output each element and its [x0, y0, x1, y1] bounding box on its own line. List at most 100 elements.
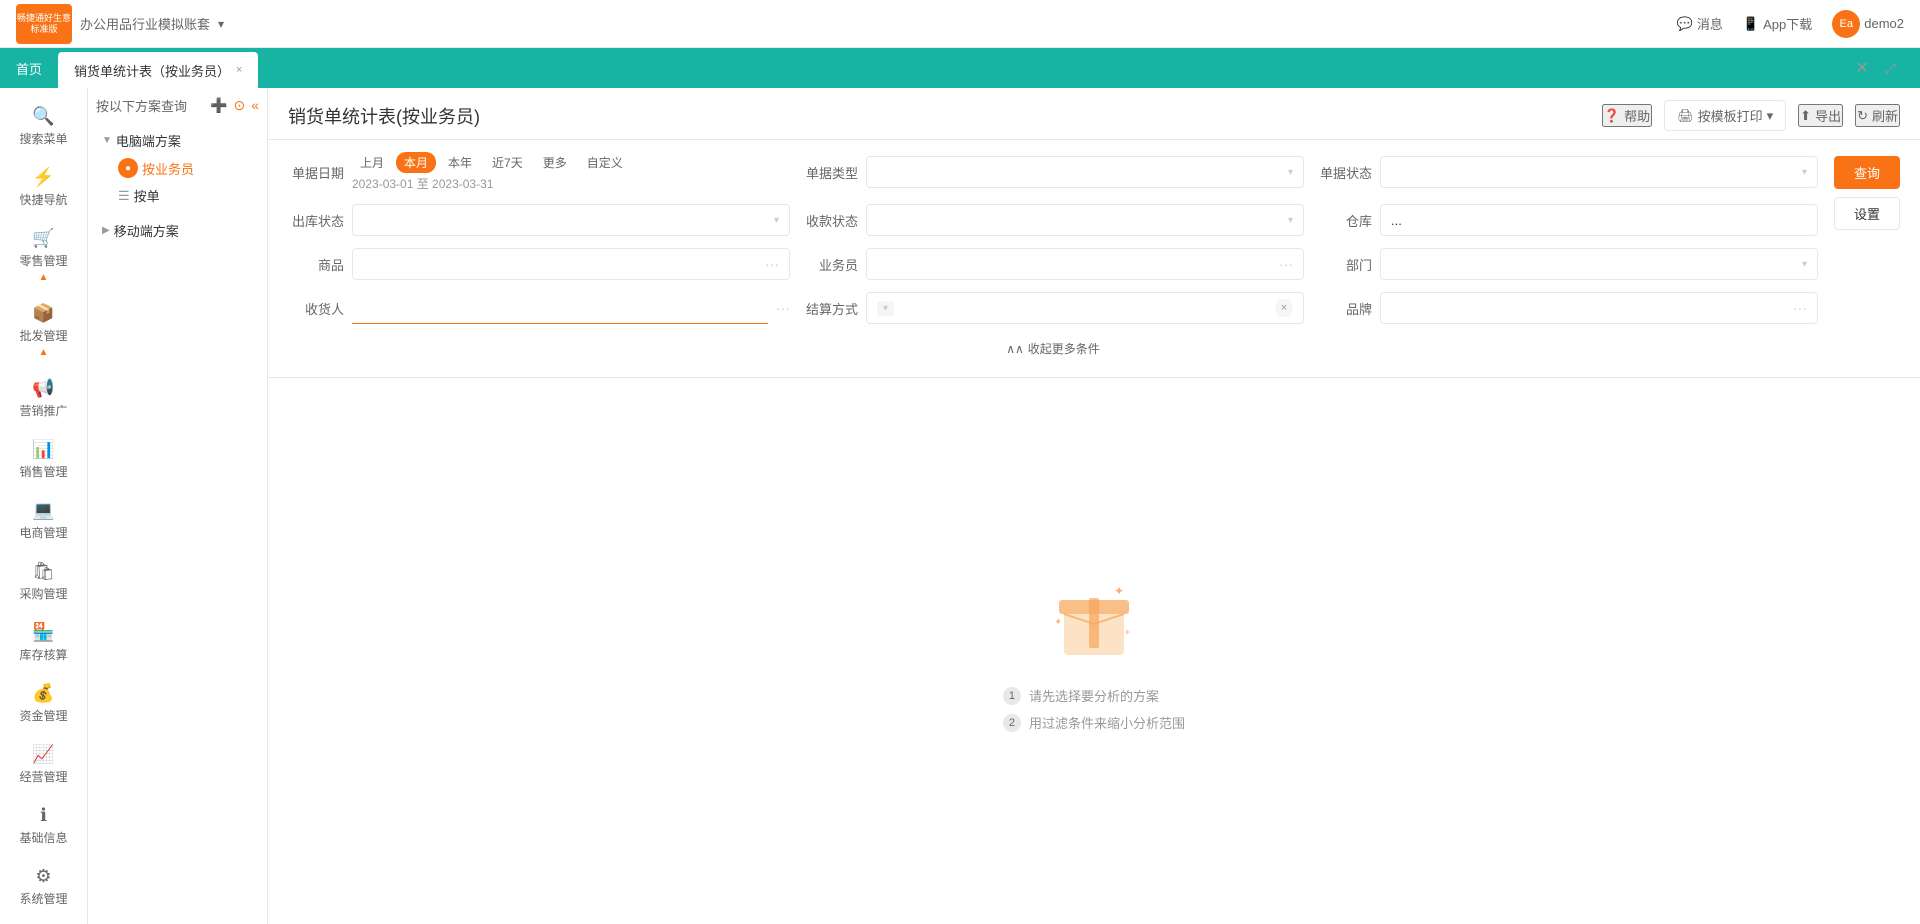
brand-dots[interactable]: ··· — [1793, 300, 1807, 316]
empty-content: ✦ ✦ ✦ 1 请先选择要分析的方案 2 用过滤条件来缩小分析范围 — [1003, 570, 1185, 732]
filter-cell-payment-status: 收款状态 ▾ — [802, 204, 1304, 236]
filter-row-1: 单据日期 上月 本月 本年 近7天 更多 自定义 — [288, 152, 1818, 192]
date-tab-prev-month[interactable]: 上月 — [352, 152, 392, 173]
search-menu-label: 搜索菜单 — [19, 130, 67, 147]
tree-desktop-label[interactable]: ▼ 电脑端方案 — [96, 127, 259, 154]
doc-status-select[interactable]: ▾ — [1380, 156, 1818, 188]
help-btn[interactable]: ❓ 帮助 — [1602, 104, 1652, 127]
sidebar-item-ecom-mgmt[interactable]: 💻 电商管理 — [0, 490, 87, 551]
date-tab-more[interactable]: 更多 — [535, 152, 575, 173]
tree-mobile-expand-icon: ▶ — [102, 225, 110, 236]
goods-select[interactable]: ··· — [352, 248, 790, 280]
sys-icon: ⚙ — [35, 866, 51, 887]
settings-scheme-btn[interactable]: ⊙ — [233, 97, 245, 114]
topbar-left: 畅捷通好生意 标准版 办公用品行业模拟账套 ▾ — [16, 4, 224, 44]
tree-sub-order[interactable]: ☰ 按单 — [112, 182, 259, 209]
filter-row-3: 商品 ··· 业务员 ··· — [288, 248, 1818, 280]
tree-sub-salesperson[interactable]: ● 按业务员 — [112, 154, 259, 182]
date-tab-7days[interactable]: 近7天 — [484, 152, 531, 173]
quick-nav-label: 快捷导航 — [19, 191, 67, 208]
sidebar-item-operations[interactable]: 📈 经营管理 — [0, 734, 87, 795]
collapse-panel-btn[interactable]: « — [251, 97, 259, 114]
sidebar-item-wholesale-mgmt[interactable]: 📦 批发管理 ▲ — [0, 293, 87, 368]
tree-desktop-children: ● 按业务员 ☰ 按单 — [96, 154, 259, 209]
sidebar-item-basic-info[interactable]: ℹ 基础信息 — [0, 795, 87, 856]
right-panel: 销货单统计表(按业务员) ❓ 帮助 🖨 按模板打印 ▾ ⬆ 导出 — [268, 88, 1920, 924]
message-btn[interactable]: 💬 消息 — [1677, 14, 1723, 33]
inventory-icon: 🏪 — [32, 622, 54, 643]
sidebar-item-sales-mgmt[interactable]: 📊 销售管理 — [0, 429, 87, 490]
payment-status-select[interactable]: ▾ — [866, 204, 1304, 236]
retail-label: 零售管理 — [19, 252, 67, 269]
tree-sub-order-label: 按单 — [134, 186, 160, 205]
settlement-clear-btn[interactable]: × — [1275, 299, 1293, 317]
logo: 畅捷通好生意 标准版 — [16, 4, 72, 44]
collapse-icon: ∧∧ — [1006, 342, 1024, 356]
sidebar-item-inventory[interactable]: 🏪 库存核算 — [0, 612, 87, 673]
date-tab-cur-year[interactable]: 本年 — [440, 152, 480, 173]
app-dropdown[interactable]: ▾ — [218, 17, 224, 31]
date-tab-cur-month[interactable]: 本月 — [396, 152, 436, 173]
wholesale-label: 批发管理 — [19, 327, 67, 344]
print-dropdown-icon: ▾ — [1767, 108, 1774, 124]
department-select[interactable]: ▾ — [1380, 248, 1818, 280]
tab-sales-stat[interactable]: 销货单统计表（按业务员） × — [58, 52, 258, 88]
sidebar-item-enterprise[interactable]: 🤝 企业协同 — [0, 917, 87, 924]
purchase-label: 采购管理 — [19, 585, 67, 602]
user-name: demo2 — [1864, 16, 1904, 31]
collapse-btn[interactable]: ∧∧ 收起更多条件 — [1006, 336, 1100, 361]
tab-close-main-icon[interactable]: ✕ — [1855, 58, 1868, 78]
salesperson-label: 业务员 — [802, 255, 858, 274]
message-label: 消息 — [1697, 14, 1723, 33]
sidebar-item-search-menu[interactable]: 🔍 搜索菜单 — [0, 96, 87, 157]
salesperson-select[interactable]: ··· — [866, 248, 1304, 280]
purchase-icon: 🛍 — [32, 561, 55, 582]
export-btn[interactable]: ⬆ 导出 — [1798, 104, 1843, 127]
consignee-input[interactable] — [352, 292, 768, 324]
sidebar-item-finance-mgmt[interactable]: 💰 资金管理 — [0, 673, 87, 734]
svg-text:✦: ✦ — [1054, 617, 1062, 628]
user-menu[interactable]: Ea demo2 — [1832, 10, 1904, 38]
add-scheme-btn[interactable]: ➕ — [210, 97, 227, 114]
doc-type-select[interactable]: ▾ — [866, 156, 1304, 188]
app-download-btn[interactable]: 📱 App下载 — [1743, 14, 1812, 33]
sidebar-item-marketing[interactable]: 📢 营销推广 — [0, 368, 87, 429]
sidebar-item-retail-mgmt[interactable]: 🛒 零售管理 ▲ — [0, 218, 87, 293]
logo-text: 畅捷通好生意 标准版 — [17, 13, 71, 35]
refresh-btn[interactable]: ↻ 刷新 — [1855, 104, 1900, 127]
doc-type-chevron: ▾ — [1288, 167, 1293, 178]
date-tabs: 上月 本月 本年 近7天 更多 自定义 — [352, 152, 790, 173]
left-panel: 按以下方案查询 ➕ ⊙ « ▼ 电脑端方案 ● 按业务员 — [88, 88, 268, 924]
template-print-btn[interactable]: 🖨 按模板打印 ▾ — [1664, 100, 1786, 131]
settings-btn[interactable]: 设置 — [1834, 197, 1900, 230]
salesperson-dots[interactable]: ··· — [1279, 256, 1293, 272]
query-btn[interactable]: 查询 — [1834, 156, 1900, 189]
step-1-num: 1 — [1003, 687, 1021, 705]
retail-icon: 🛒 — [32, 228, 54, 249]
maximize-icon[interactable]: ⤢ — [1885, 60, 1896, 77]
settlement-select[interactable]: ▾ × — [866, 292, 1304, 324]
brand-select[interactable]: ··· — [1380, 292, 1818, 324]
empty-icon: ✦ ✦ ✦ — [1044, 570, 1144, 670]
collapse-section: ∧∧ 收起更多条件 — [288, 328, 1818, 365]
consignee-dots[interactable]: ··· — [776, 300, 790, 316]
tab-home[interactable]: 首页 — [0, 48, 58, 88]
refresh-label: 刷新 — [1872, 106, 1898, 125]
tree-expand-icon: ▼ — [102, 135, 112, 146]
department-chevron: ▾ — [1802, 259, 1807, 270]
print-icon: 🖨 — [1677, 108, 1694, 124]
goods-label: 商品 — [288, 255, 344, 274]
warehouse-select[interactable]: ... — [1380, 204, 1818, 236]
sidebar-item-quick-nav[interactable]: ⚡ 快捷导航 — [0, 157, 87, 218]
tab-close-icon[interactable]: × — [236, 64, 242, 76]
out-status-label: 出库状态 — [288, 211, 344, 230]
goods-dots[interactable]: ··· — [765, 256, 779, 272]
filter-cell-goods: 商品 ··· — [288, 248, 790, 280]
tree-mobile-label[interactable]: ▶ 移动端方案 — [96, 217, 259, 244]
settlement-label: 结算方式 — [802, 299, 858, 318]
out-status-select[interactable]: ▾ — [352, 204, 790, 236]
warehouse-value: ... — [1391, 213, 1402, 228]
sidebar-item-purchase-mgmt[interactable]: 🛍 采购管理 — [0, 551, 87, 612]
date-tab-custom[interactable]: 自定义 — [579, 152, 631, 173]
sidebar-item-sys-mgmt[interactable]: ⚙ 系统管理 — [0, 856, 87, 917]
